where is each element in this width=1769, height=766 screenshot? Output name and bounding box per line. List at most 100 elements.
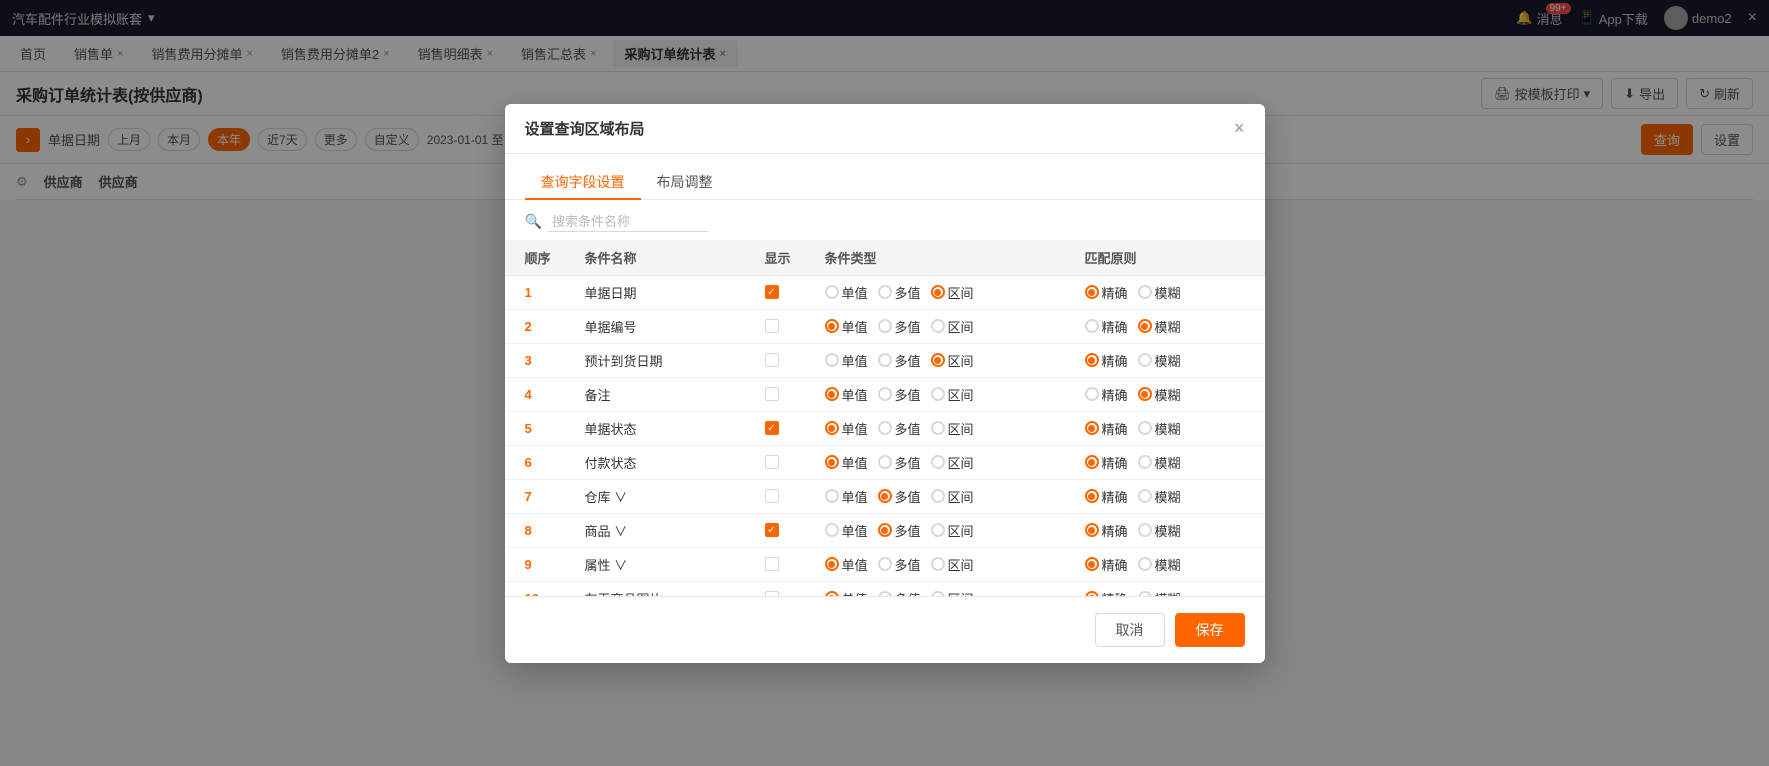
type-radio-group: 单值 多值 区间 [825,317,1085,336]
row-display[interactable] [765,387,825,401]
row-display[interactable] [765,557,825,571]
type-multi[interactable]: 多值 [878,487,921,506]
row-index: 9 [525,557,585,572]
checkbox-display[interactable]: ✓ [765,421,779,435]
match-exact[interactable]: 精确 [1085,521,1128,540]
checkbox-display[interactable]: ✓ [765,285,779,299]
match-fuzzy[interactable]: 模糊 [1138,351,1181,370]
cancel-button[interactable]: 取消 [1095,613,1165,647]
type-range[interactable]: 区间 [931,589,974,596]
match-fuzzy[interactable]: 模糊 [1138,419,1181,438]
type-multi[interactable]: 多值 [878,385,921,404]
type-radio-group: 单值 多值 区间 [825,419,1085,438]
table-row: 9 属性 ∨ 单值 多值 区间 精确 模糊 [505,548,1265,582]
type-multi[interactable]: 多值 [878,521,921,540]
col-name: 条件名称 [585,248,765,267]
checkbox-display[interactable] [765,557,779,571]
type-radio-group: 单值 多值 区间 [825,521,1085,540]
type-range[interactable]: 区间 [931,419,974,438]
type-single[interactable]: 单值 [825,317,868,336]
row-display[interactable] [765,319,825,333]
type-single[interactable]: 单值 [825,351,868,370]
type-range[interactable]: 区间 [931,385,974,404]
type-multi[interactable]: 多值 [878,589,921,596]
type-multi[interactable]: 多值 [878,419,921,438]
type-radio-group: 单值 多值 区间 [825,555,1085,574]
type-range[interactable]: 区间 [931,317,974,336]
checkbox-display[interactable] [765,319,779,333]
match-radio-group: 精确 模糊 [1085,453,1265,472]
checkbox-display[interactable] [765,455,779,469]
type-radio-group: 单值 多值 区间 [825,453,1085,472]
search-input[interactable] [548,212,708,232]
match-exact[interactable]: 精确 [1085,453,1128,472]
type-multi[interactable]: 多值 [878,351,921,370]
type-single[interactable]: 单值 [825,419,868,438]
type-range[interactable]: 区间 [931,351,974,370]
checkbox-display[interactable] [765,387,779,401]
match-fuzzy[interactable]: 模糊 [1138,555,1181,574]
type-range[interactable]: 区间 [931,283,974,302]
row-index: 1 [525,285,585,300]
type-range[interactable]: 区间 [931,453,974,472]
match-exact[interactable]: 精确 [1085,317,1128,336]
match-fuzzy[interactable]: 模糊 [1138,385,1181,404]
match-fuzzy[interactable]: 模糊 [1138,453,1181,472]
match-fuzzy[interactable]: 模糊 [1138,589,1181,596]
type-range[interactable]: 区间 [931,487,974,506]
type-radio-group: 单值 多值 区间 [825,589,1085,596]
type-multi[interactable]: 多值 [878,453,921,472]
row-name: 商品 ∨ [585,521,765,540]
table-row: 1 单据日期 ✓ 单值 多值 区间 精确 模糊 [505,276,1265,310]
type-range[interactable]: 区间 [931,555,974,574]
row-display[interactable]: ✓ [765,421,825,435]
match-radio-group: 精确 模糊 [1085,419,1265,438]
type-multi[interactable]: 多值 [878,317,921,336]
save-button[interactable]: 保存 [1175,613,1245,647]
match-fuzzy[interactable]: 模糊 [1138,283,1181,302]
type-range[interactable]: 区间 [931,521,974,540]
type-multi[interactable]: 多值 [878,283,921,302]
match-fuzzy[interactable]: 模糊 [1138,487,1181,506]
row-display[interactable] [765,353,825,367]
match-fuzzy[interactable]: 模糊 [1138,521,1181,540]
table-row: 5 单据状态 ✓ 单值 多值 区间 精确 模糊 [505,412,1265,446]
type-multi[interactable]: 多值 [878,555,921,574]
dialog-close-button[interactable]: × [1234,119,1245,137]
match-exact[interactable]: 精确 [1085,589,1128,596]
row-match: 精确 模糊 [1085,487,1265,506]
row-display[interactable] [765,489,825,503]
type-single[interactable]: 单值 [825,555,868,574]
match-radio-group: 精确 模糊 [1085,317,1265,336]
dialog-title: 设置查询区域布局 [525,118,645,139]
match-exact[interactable]: 精确 [1085,351,1128,370]
row-name: 仓库 ∨ [585,487,765,506]
row-match: 精确 模糊 [1085,453,1265,472]
type-single[interactable]: 单值 [825,385,868,404]
row-display[interactable]: ✓ [765,285,825,299]
tab-layout-adjust[interactable]: 布局调整 [641,166,729,200]
checkbox-display[interactable]: ✓ [765,523,779,537]
row-display[interactable] [765,455,825,469]
match-fuzzy[interactable]: 模糊 [1138,317,1181,336]
type-single[interactable]: 单值 [825,521,868,540]
match-exact[interactable]: 精确 [1085,419,1128,438]
type-single[interactable]: 单值 [825,453,868,472]
type-single[interactable]: 单值 [825,589,868,596]
match-exact[interactable]: 精确 [1085,555,1128,574]
row-display[interactable]: ✓ [765,523,825,537]
checkbox-display[interactable] [765,353,779,367]
checkbox-display[interactable] [765,489,779,503]
type-single[interactable]: 单值 [825,283,868,302]
col-match: 匹配原则 [1085,248,1285,267]
row-name: 属性 ∨ [585,555,765,574]
match-exact[interactable]: 精确 [1085,385,1128,404]
row-index: 6 [525,455,585,470]
type-single[interactable]: 单值 [825,487,868,506]
match-exact[interactable]: 精确 [1085,283,1128,302]
row-type: 单值 多值 区间 [825,317,1085,336]
tab-query-fields[interactable]: 查询字段设置 [525,166,641,200]
row-type: 单值 多值 区间 [825,351,1085,370]
match-exact[interactable]: 精确 [1085,487,1128,506]
row-type: 单值 多值 区间 [825,521,1085,540]
